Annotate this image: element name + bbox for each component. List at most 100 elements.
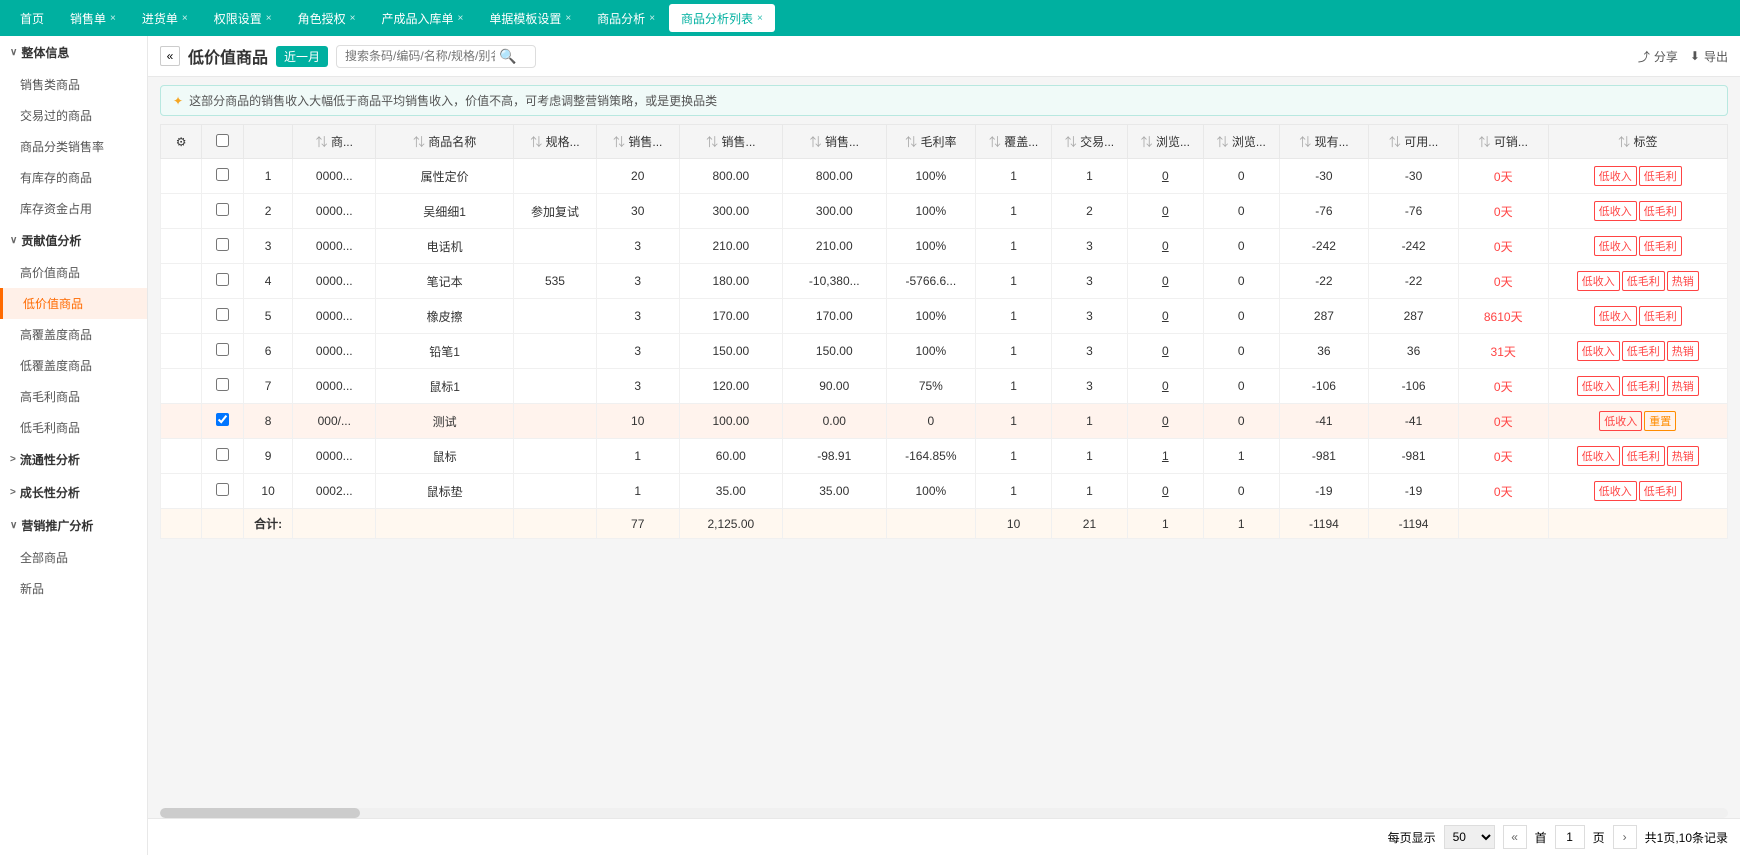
row-checkbox[interactable] <box>216 483 229 496</box>
sidebar-group-growth[interactable]: > 成长性分析 <box>0 476 147 509</box>
row-gear <box>161 369 202 404</box>
browse-link[interactable]: 1 <box>1162 449 1169 463</box>
col-spec-header: ⇅ 规格... <box>514 125 597 159</box>
nav-product-storage[interactable]: 产成品入库单 × <box>369 4 475 32</box>
browse-link[interactable]: 0 <box>1162 309 1169 323</box>
row-checkbox[interactable] <box>216 413 229 426</box>
nav-product-analysis-list[interactable]: 商品分析列表 × <box>669 4 775 32</box>
row-trade: 3 <box>1052 299 1128 334</box>
row-tags: 低收入低毛利 <box>1548 229 1727 264</box>
total-cover: 10 <box>976 509 1052 539</box>
row-sell-days: 0天 <box>1458 369 1548 404</box>
row-cur-stock: -76 <box>1279 194 1369 229</box>
export-button[interactable]: ⬇ 导出 <box>1690 48 1728 65</box>
select-all-checkbox[interactable] <box>216 134 229 147</box>
sort-icon: ⇅ <box>1389 135 1401 149</box>
sidebar-item-category-sales-rate[interactable]: 商品分类销售率 <box>0 131 147 162</box>
sidebar-item-all-products[interactable]: 全部商品 <box>0 542 147 573</box>
sidebar-item-high-value[interactable]: 高价值商品 <box>0 257 147 288</box>
row-cover: 1 <box>976 299 1052 334</box>
col-settings[interactable]: ⚙ <box>161 125 202 159</box>
sidebar-item-traded-products[interactable]: 交易过的商品 <box>0 100 147 131</box>
period-button[interactable]: 近一月 <box>276 46 328 67</box>
row-name: 橡皮擦 <box>376 299 514 334</box>
browse-link[interactable]: 0 <box>1162 484 1169 498</box>
sidebar-item-high-margin[interactable]: 高毛利商品 <box>0 381 147 412</box>
main-layout: ∨ 整体信息 销售类商品 交易过的商品 商品分类销售率 有库存的商品 库存资金占… <box>0 36 1740 855</box>
close-icon[interactable]: × <box>266 13 272 24</box>
sort-icon: ⇅ <box>413 135 425 149</box>
per-page-select[interactable]: 50 100 <box>1444 825 1495 849</box>
row-browse1: 0 <box>1127 404 1203 439</box>
row-sale-price: 100.00 <box>679 404 782 439</box>
close-icon[interactable]: × <box>565 13 571 24</box>
close-icon[interactable]: × <box>649 13 655 24</box>
close-icon[interactable]: × <box>757 13 763 24</box>
row-gear <box>161 334 202 369</box>
close-icon[interactable]: × <box>457 13 463 24</box>
row-checkbox[interactable] <box>216 378 229 391</box>
sidebar-item-low-coverage[interactable]: 低覆盖度商品 <box>0 350 147 381</box>
browse-link[interactable]: 0 <box>1162 379 1169 393</box>
sidebar-item-high-coverage[interactable]: 高覆盖度商品 <box>0 319 147 350</box>
close-icon[interactable]: × <box>110 13 116 24</box>
sidebar-item-sales-products[interactable]: 销售类商品 <box>0 69 147 100</box>
sidebar-item-new-products[interactable]: 新品 <box>0 573 147 604</box>
share-button[interactable]: ⤴ 分享 <box>1638 48 1678 65</box>
row-avail-stock: -19 <box>1369 474 1459 509</box>
total-cur-stock: -1194 <box>1279 509 1369 539</box>
sidebar-item-inventory-capital[interactable]: 库存资金占用 <box>0 193 147 224</box>
row-checkbox-cell <box>202 404 243 439</box>
row-sale-amount: -10,380... <box>783 264 886 299</box>
row-name: 电话机 <box>376 229 514 264</box>
browse-link[interactable]: 0 <box>1162 169 1169 183</box>
sidebar-group-circulation[interactable]: > 流通性分析 <box>0 443 147 476</box>
browse-link[interactable]: 0 <box>1162 204 1169 218</box>
close-icon[interactable]: × <box>350 13 356 24</box>
nav-role-auth[interactable]: 角色授权 × <box>286 4 368 32</box>
search-input[interactable] <box>345 49 495 63</box>
sidebar-item-stock-products[interactable]: 有库存的商品 <box>0 162 147 193</box>
row-checkbox[interactable] <box>216 168 229 181</box>
nav-product-analysis[interactable]: 商品分析 × <box>585 4 667 32</box>
sidebar-group-marketing[interactable]: ∨ 营销推广分析 <box>0 509 147 542</box>
row-trade: 3 <box>1052 334 1128 369</box>
search-icon[interactable]: 🔍 <box>499 48 516 65</box>
page-number-input[interactable] <box>1555 825 1585 849</box>
nav-template-settings[interactable]: 单据模板设置 × <box>477 4 583 32</box>
row-num: 9 <box>243 439 293 474</box>
browse-link[interactable]: 0 <box>1162 239 1169 253</box>
close-icon[interactable]: × <box>182 13 188 24</box>
row-checkbox[interactable] <box>216 203 229 216</box>
browse-link[interactable]: 0 <box>1162 344 1169 358</box>
search-box: 🔍 <box>336 45 536 68</box>
next-page-button[interactable]: › <box>1613 825 1637 849</box>
sidebar-item-low-margin[interactable]: 低毛利商品 <box>0 412 147 443</box>
browse-link[interactable]: 0 <box>1162 414 1169 428</box>
horizontal-scrollbar[interactable] <box>160 808 1728 818</box>
nav-purchase[interactable]: 进货单 × <box>130 4 200 32</box>
scrollbar-thumb[interactable] <box>160 808 360 818</box>
row-sale-price: 300.00 <box>679 194 782 229</box>
first-page-button[interactable]: « <box>1503 825 1527 849</box>
row-code: 0002... <box>293 474 376 509</box>
row-checkbox[interactable] <box>216 308 229 321</box>
row-checkbox[interactable] <box>216 273 229 286</box>
nav-sales[interactable]: 销售单 × <box>58 4 128 32</box>
row-checkbox[interactable] <box>216 448 229 461</box>
row-browse2: 0 <box>1203 194 1279 229</box>
row-num: 3 <box>243 229 293 264</box>
nav-home[interactable]: 首页 <box>8 4 56 32</box>
row-avail-stock: -242 <box>1369 229 1459 264</box>
row-checkbox[interactable] <box>216 343 229 356</box>
sort-icon: ⇅ <box>530 135 542 149</box>
sidebar-collapse-button[interactable]: « <box>160 46 180 66</box>
row-checkbox[interactable] <box>216 238 229 251</box>
nav-permissions[interactable]: 权限设置 × <box>202 4 284 32</box>
row-gross: 75% <box>886 369 976 404</box>
sidebar-group-overall[interactable]: ∨ 整体信息 <box>0 36 147 69</box>
browse-link[interactable]: 0 <box>1162 274 1169 288</box>
row-checkbox-cell <box>202 299 243 334</box>
sidebar-item-low-value[interactable]: 低价值商品 <box>0 288 147 319</box>
sidebar-group-contribution[interactable]: ∨ 贡献值分析 <box>0 224 147 257</box>
